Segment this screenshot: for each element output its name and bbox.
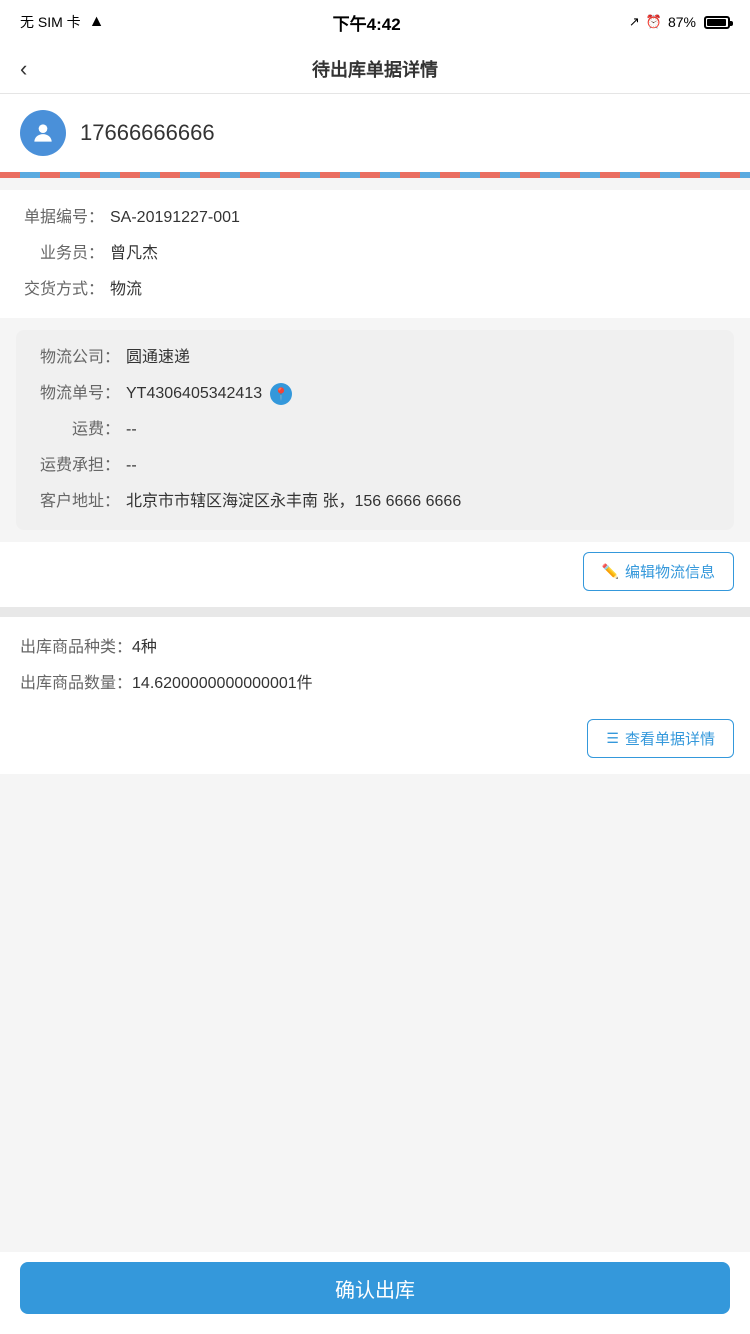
back-button[interactable]: ‹ — [20, 56, 27, 82]
battery-fill — [707, 19, 726, 26]
battery-icon — [704, 16, 730, 29]
staff-value: 曾凡杰 — [110, 242, 730, 266]
logistics-company-label: 物流公司： — [36, 346, 126, 370]
wifi-icon: ▲ — [89, 13, 105, 31]
delivery-row: 交货方式： 物流 — [20, 278, 730, 302]
logistics-section: 物流公司： 圆通速递 物流单号： YT43064053424​13 📍 运费： … — [16, 330, 734, 530]
confirm-button-label: 确认出库 — [335, 1274, 415, 1303]
edit-icon: ✏️ — [602, 563, 619, 580]
delivery-value: 物流 — [110, 278, 730, 302]
address-label: 客户地址： — [36, 490, 126, 514]
view-detail-button[interactable]: ☰ 查看单据详情 — [587, 719, 734, 758]
goods-quantity-row: 出库商品数量： 14.6200000000000001件 — [20, 669, 730, 693]
page-title: 待出库单据详情 — [312, 56, 438, 82]
edit-button-row: ✏️ 编辑物流信息 — [0, 542, 750, 607]
goods-types-value: 4种 — [132, 633, 157, 657]
tracking-row: 物流单号： YT43064053424​13 📍 — [36, 382, 714, 406]
avatar — [20, 110, 66, 156]
empty-space — [0, 774, 750, 1244]
customer-phone: 17666666666 — [80, 120, 215, 146]
goods-quantity-value: 14.6200000000000001件 — [132, 669, 313, 693]
status-bar: 无 SIM 卡 ▲ 下午4:42 ↗ ⏰ 87% — [0, 0, 750, 44]
tracking-location-icon[interactable]: 📍 — [270, 383, 292, 405]
order-number-row: 单据编号： SA-20191227-001 — [20, 206, 730, 230]
alarm-icon: ⏰ — [646, 14, 662, 30]
goods-section: 出库商品种类： 4种 出库商品数量： 14.6200000000000001件 — [0, 617, 750, 709]
freight-bearer-row: 运费承担： -- — [36, 454, 714, 478]
bottom-bar: 确认出库 — [0, 1252, 750, 1334]
freight-value: -- — [126, 418, 714, 442]
goods-types-label: 出库商品种类： — [20, 633, 132, 657]
view-detail-row: ☰ 查看单据详情 — [0, 709, 750, 774]
address-value: 北京市市辖区海淀区永丰南 张，156 6666 6666 — [126, 490, 714, 514]
carrier-text: 无 SIM 卡 — [20, 12, 81, 32]
tracking-value: YT43064053424​13 📍 — [126, 382, 714, 406]
customer-header: 17666666666 — [0, 94, 750, 172]
goods-types-row: 出库商品种类： 4种 — [20, 633, 730, 657]
logistics-company-row: 物流公司： 圆通速递 — [36, 346, 714, 370]
freight-label: 运费： — [36, 418, 126, 442]
confirm-button[interactable]: 确认出库 — [20, 1262, 730, 1314]
detail-icon: ☰ — [606, 730, 619, 747]
goods-quantity-label: 出库商品数量： — [20, 669, 132, 693]
nav-bar: ‹ 待出库单据详情 — [0, 44, 750, 94]
battery-percent: 87% — [668, 14, 696, 30]
status-right: ↗ ⏰ 87% — [629, 14, 730, 30]
freight-row: 运费： -- — [36, 418, 714, 442]
tracking-label: 物流单号： — [36, 382, 126, 406]
freight-bearer-label: 运费承担： — [36, 454, 126, 478]
staff-label: 业务员： — [20, 242, 110, 266]
order-info-section: 单据编号： SA-20191227-001 业务员： 曾凡杰 交货方式： 物流 — [0, 190, 750, 318]
edit-button-label: 编辑物流信息 — [625, 561, 715, 582]
location-icon: ↗ — [629, 14, 640, 30]
delivery-label: 交货方式： — [20, 278, 110, 302]
edit-logistics-button[interactable]: ✏️ 编辑物流信息 — [583, 552, 734, 591]
tracking-number: YT43064053424​13 — [126, 382, 262, 406]
freight-bearer-value: -- — [126, 454, 714, 478]
dashed-separator — [0, 172, 750, 178]
status-time: 下午4:42 — [333, 10, 401, 35]
status-carrier: 无 SIM 卡 ▲ — [20, 12, 105, 32]
section-separator — [0, 607, 750, 617]
order-number-label: 单据编号： — [20, 206, 110, 230]
view-detail-label: 查看单据详情 — [625, 728, 715, 749]
logistics-company-value: 圆通速递 — [126, 346, 714, 370]
order-number-value: SA-20191227-001 — [110, 206, 730, 230]
address-row: 客户地址： 北京市市辖区海淀区永丰南 张，156 6666 6666 — [36, 490, 714, 514]
staff-row: 业务员： 曾凡杰 — [20, 242, 730, 266]
